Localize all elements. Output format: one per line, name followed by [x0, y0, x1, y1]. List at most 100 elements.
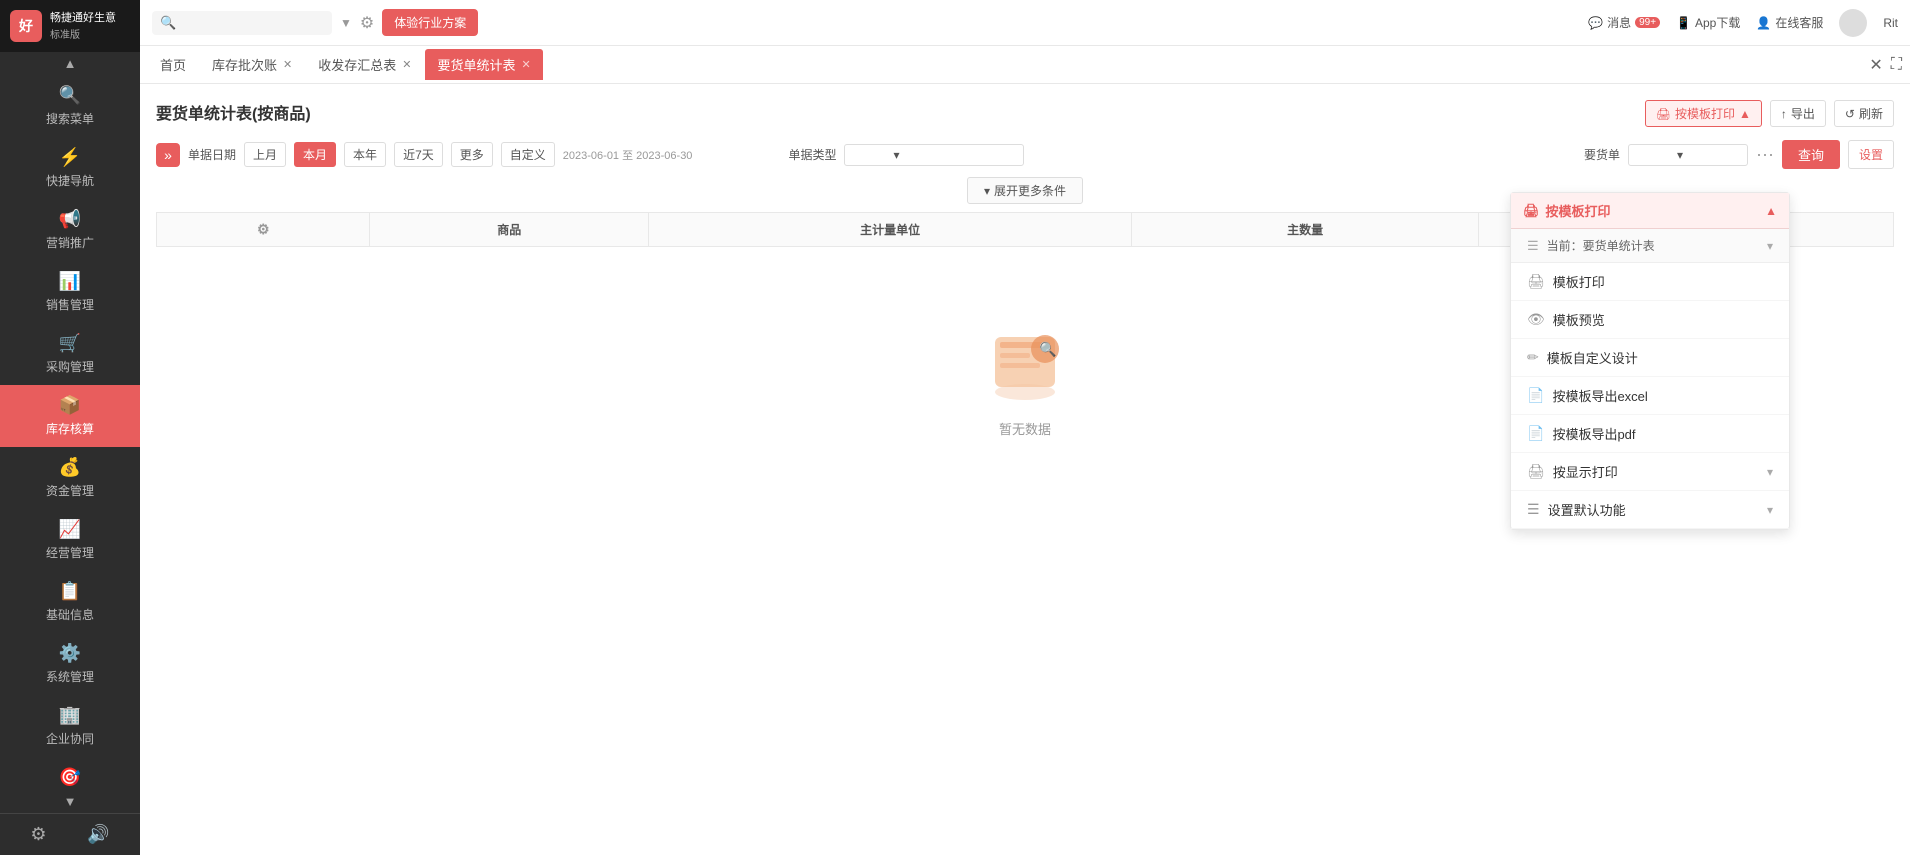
- page-content: 要货单统计表(按商品) 🖨 按模板打印 ▲ ↑ 导出 ↺ 刷新: [140, 84, 1910, 855]
- search-input[interactable]: [180, 16, 280, 30]
- sidebar-item-search-menu[interactable]: 🔍 搜索菜单: [0, 75, 140, 137]
- tab-home[interactable]: 首页: [148, 49, 198, 80]
- scroll-up-btn[interactable]: ▲: [0, 52, 140, 75]
- sidebar-item-inventory[interactable]: 📦 库存核算: [0, 385, 140, 447]
- tab-receipt-summary[interactable]: 收发存汇总表 ✕: [306, 49, 423, 80]
- print-template-button[interactable]: 🖨 按模板打印 ▲: [1645, 100, 1762, 127]
- receipt-summary-label: 收发存汇总表: [318, 55, 396, 74]
- app-download-label: App下载: [1695, 14, 1740, 31]
- template-print-icon: 🖨: [1527, 273, 1545, 290]
- refresh-button[interactable]: ↺ 刷新: [1834, 100, 1894, 127]
- dropdown-subitem-default-func[interactable]: ☰ 设置默认功能 ▾: [1511, 491, 1789, 529]
- settings-button[interactable]: 设置: [1848, 140, 1894, 169]
- app-name: 畅捷通好生意: [50, 11, 116, 26]
- sidebar-item-enterprise[interactable]: 🏢 企业协同: [0, 695, 140, 757]
- template-custom-label: 模板自定义设计: [1547, 348, 1638, 367]
- bill-type-label: 单据类型: [788, 146, 836, 163]
- user-avatar[interactable]: [1839, 9, 1867, 37]
- require-goods-dropdown[interactable]: ▾: [1628, 144, 1748, 166]
- default-func-left: ☰ 设置默认功能: [1527, 500, 1626, 519]
- date-btn-last-month[interactable]: 上月: [244, 142, 286, 167]
- sidebar-item-label: 资金管理: [46, 482, 94, 499]
- close-tab-inventory-batch[interactable]: ✕: [283, 58, 292, 71]
- tab-inventory-batch[interactable]: 库存批次账 ✕: [200, 49, 304, 80]
- display-print-left: 🖨 按显示打印: [1527, 462, 1618, 481]
- date-btn-this-month[interactable]: 本月: [294, 142, 336, 167]
- sidebar-item-finance[interactable]: 💰 资金管理: [0, 447, 140, 509]
- dropdown-item-export-pdf[interactable]: 📄 按模板导出pdf: [1511, 415, 1789, 453]
- sidebar-item-system[interactable]: ⚙️ 系统管理: [0, 633, 140, 695]
- tab-order-stats[interactable]: 要货单统计表 ✕: [425, 49, 542, 80]
- bill-type-dropdown[interactable]: ▾: [844, 144, 1024, 166]
- date-btn-this-year[interactable]: 本年: [344, 142, 386, 167]
- table-settings-icon[interactable]: ⚙: [257, 221, 270, 237]
- current-template-icon: ☰: [1527, 238, 1539, 254]
- dropdown-item-template-print[interactable]: 🖨 模板打印: [1511, 263, 1789, 301]
- empty-text: 暂无数据: [999, 419, 1051, 438]
- col-unit: 主计量单位: [649, 213, 1132, 247]
- print-dropdown-collapse-icon[interactable]: ▲: [1765, 204, 1777, 218]
- refresh-btn-label: 刷新: [1859, 105, 1883, 122]
- display-print-chevron: ▾: [1767, 465, 1773, 479]
- sidebar-item-basic-info[interactable]: 📋 基础信息: [0, 571, 140, 633]
- sidebar-item-purchase[interactable]: 🛒 采购管理: [0, 323, 140, 385]
- message-icon: 💬: [1588, 16, 1603, 30]
- sidebar-logo: 好 畅捷通好生意 标准版: [0, 0, 140, 52]
- sidebar-nav: 🔍 搜索菜单 ⚡ 快捷导航 📢 营销推广 📊 销售管理 🛒 采购管理 📦 库存核…: [0, 75, 140, 790]
- dropdown-subitem-display-print[interactable]: 🖨 按显示打印 ▾: [1511, 453, 1789, 491]
- date-btn-more[interactable]: 更多: [451, 142, 493, 167]
- close-tab-receipt-summary[interactable]: ✕: [402, 58, 411, 71]
- close-all-tabs-icon[interactable]: ✕: [1869, 55, 1882, 75]
- sidebar-item-marketing[interactable]: 📢 营销推广: [0, 199, 140, 261]
- date-btn-custom[interactable]: 自定义: [501, 142, 555, 167]
- trial-button[interactable]: 体验行业方案: [382, 9, 478, 36]
- sidebar-footer: ⚙ 🔊: [0, 813, 140, 855]
- sound-footer-icon[interactable]: 🔊: [87, 824, 109, 845]
- topbar: 🔍 ▼ ⚙ 体验行业方案 💬 消息 99+ 📱 App下载 👤 在线客服 Rit: [140, 0, 1910, 46]
- sidebar-item-quick-nav[interactable]: ⚡ 快捷导航: [0, 137, 140, 199]
- settings-footer-icon[interactable]: ⚙: [30, 824, 46, 845]
- online-service-action[interactable]: 👤 在线客服: [1756, 14, 1823, 31]
- sidebar-item-guide[interactable]: 🎯 新手引导: [0, 757, 140, 790]
- topbar-search-box[interactable]: 🔍: [152, 11, 332, 35]
- export-pdf-icon: 📄: [1527, 425, 1544, 442]
- current-template-row[interactable]: ☰ 当前：要货单统计表 ▾: [1511, 229, 1789, 263]
- dropdown-item-template-custom[interactable]: ✏ 模板自定义设计: [1511, 339, 1789, 377]
- basic-info-icon: 📋: [59, 581, 81, 602]
- page-title: 要货单统计表(按商品): [156, 100, 1894, 124]
- col-product: 商品: [370, 213, 649, 247]
- col-settings[interactable]: ⚙: [157, 213, 370, 247]
- scroll-down-btn[interactable]: ▼: [0, 790, 140, 813]
- sidebar-item-label: 经营管理: [46, 544, 94, 561]
- dropdown-item-export-excel[interactable]: 📄 按模板导出excel: [1511, 377, 1789, 415]
- fullscreen-icon[interactable]: ⛶: [1891, 56, 1902, 74]
- print-header-icon: 🖨: [1523, 203, 1540, 219]
- sidebar-item-label: 快捷导航: [46, 172, 94, 189]
- topbar-dropdown-icon[interactable]: ▼: [340, 16, 352, 30]
- close-tab-order-stats[interactable]: ✕: [522, 58, 531, 71]
- sidebar-item-label: 系统管理: [46, 668, 94, 685]
- message-action[interactable]: 💬 消息 99+: [1588, 14, 1660, 31]
- sidebar-item-label: 基础信息: [46, 606, 94, 623]
- print-dropdown-popup: 🖨 按模板打印 ▲ ☰ 当前：要货单统计表 ▾ 🖨 模: [1510, 192, 1790, 530]
- sidebar-item-operations[interactable]: 📈 经营管理: [0, 509, 140, 571]
- date-btn-7days[interactable]: 近7天: [394, 142, 443, 167]
- sidebar-item-label: 营销推广: [46, 234, 94, 251]
- empty-svg: 🔍: [975, 307, 1075, 407]
- topbar-gear-icon[interactable]: ⚙: [360, 13, 374, 33]
- export-button[interactable]: ↑ 导出: [1770, 100, 1826, 127]
- search-icon: 🔍: [160, 15, 176, 31]
- default-func-label: 设置默认功能: [1548, 500, 1626, 519]
- dropdown-item-template-preview[interactable]: 👁 模板预览: [1511, 301, 1789, 339]
- app-download-action[interactable]: 📱 App下载: [1676, 14, 1740, 31]
- query-button[interactable]: 查询: [1782, 140, 1840, 169]
- expand-conditions-btn[interactable]: ▾ 展开更多条件: [967, 177, 1083, 204]
- date-filter-label: 单据日期: [188, 146, 236, 163]
- print-icon: 🖨: [1656, 107, 1671, 121]
- filter-toggle-btn[interactable]: »: [156, 143, 180, 167]
- operations-icon: 📈: [59, 519, 81, 540]
- more-options-icon[interactable]: ···: [1756, 144, 1774, 165]
- require-goods-chevron: ▾: [1677, 148, 1683, 162]
- export-icon: ↑: [1781, 107, 1787, 121]
- sidebar-item-sales[interactable]: 📊 销售管理: [0, 261, 140, 323]
